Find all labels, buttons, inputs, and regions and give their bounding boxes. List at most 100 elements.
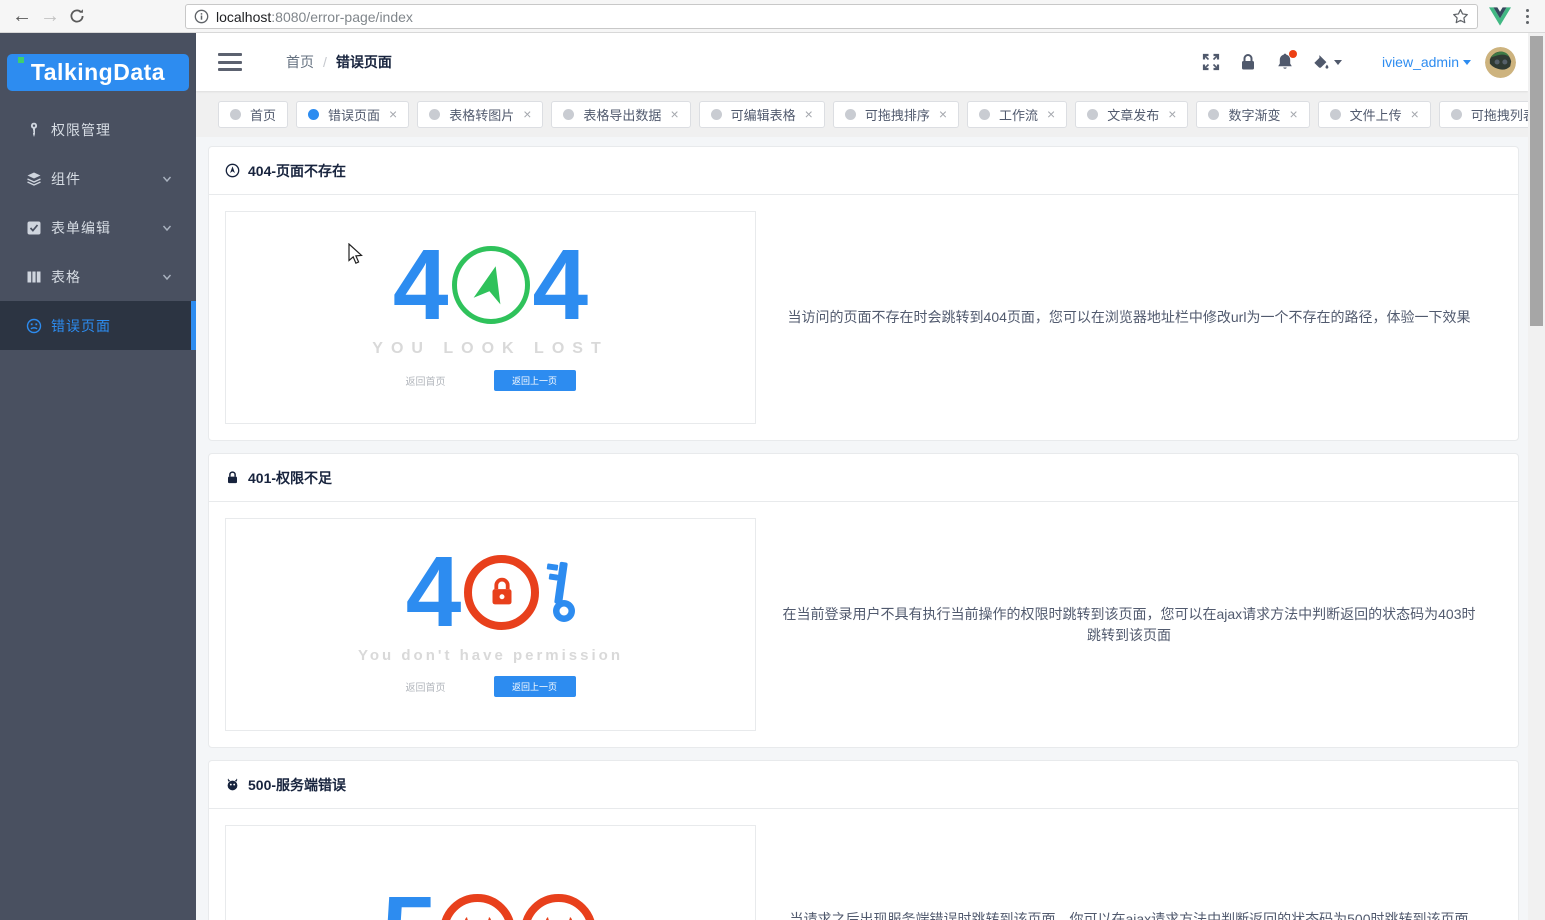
tab-label: 文件上传: [1349, 107, 1402, 123]
back-home-link[interactable]: 返回首页: [406, 373, 446, 388]
sidebar-item-label: 表格: [51, 268, 81, 285]
digit: 4: [405, 536, 462, 648]
close-icon[interactable]: ×: [670, 107, 678, 121]
card-401-title: 401-权限不足: [209, 454, 1518, 502]
tab-label: 错误页面: [328, 107, 381, 123]
url-text: localhost:8080/error-page/index: [216, 8, 413, 25]
tab-label: 可拖拽列表: [1470, 107, 1528, 123]
avatar[interactable]: [1485, 46, 1516, 78]
close-icon[interactable]: ×: [805, 107, 813, 121]
tab-table-export[interactable]: 表格导出数据 ×: [551, 100, 691, 128]
theme-fill-icon[interactable]: [1312, 52, 1342, 72]
error-500-illustration: 5: [225, 825, 756, 920]
error-caption: You don't have permission: [358, 647, 623, 664]
tab-article-publish[interactable]: 文章发布 ×: [1075, 100, 1189, 128]
tab-label: 可拖拽排序: [864, 107, 930, 123]
error-caption: YOU LOOK LOST: [372, 339, 609, 357]
card-500-title: 500-服务端错误: [209, 761, 1518, 809]
bell-icon[interactable]: [1275, 50, 1297, 72]
navigate-arrow-icon: [451, 245, 530, 324]
tab-home[interactable]: 首页: [218, 100, 289, 128]
scrollbar-thumb[interactable]: [1530, 36, 1543, 326]
url-bar[interactable]: localhost:8080/error-page/index: [185, 4, 1478, 29]
breadcrumb: 首页 / 错误页面: [286, 52, 392, 72]
tab-workflow[interactable]: 工作流 ×: [967, 100, 1068, 128]
tab-dot: [844, 108, 856, 120]
tab-table-to-image[interactable]: 表格转图片 ×: [417, 100, 544, 128]
card-401-description: 在当前登录用户不具有执行当前操作的权限时跳转到该页面，您可以在ajax请求方法中…: [782, 605, 1476, 643]
tab-dot: [1450, 108, 1462, 120]
logo-text: TalkingData: [30, 59, 166, 85]
tabs-bar: 首页 错误页面 × 表格转图片 × 表格导出数据 × 可编辑表格 × 可拖拽排序…: [196, 91, 1528, 137]
logo-dot: [18, 57, 24, 63]
username: iview_admin: [1381, 54, 1459, 70]
hamburger-menu-icon[interactable]: [218, 53, 242, 71]
card-title-text: 500-服务端错误: [248, 776, 347, 793]
info-icon[interactable]: [194, 9, 209, 24]
user-menu[interactable]: iview_admin: [1382, 54, 1471, 70]
back-previous-button[interactable]: 返回上一页: [493, 369, 576, 391]
chevron-down-icon: [1333, 59, 1342, 65]
tab-label: 数字渐变: [1228, 107, 1281, 123]
back-previous-button[interactable]: 返回上一页: [493, 676, 576, 697]
star-icon[interactable]: [1452, 8, 1469, 25]
tab-label: 表格导出数据: [583, 107, 662, 123]
close-icon[interactable]: ×: [1289, 107, 1297, 121]
chevron-down-icon: [1463, 59, 1471, 65]
tab-label: 文章发布: [1107, 107, 1160, 123]
error-401-illustration: 4 You don't have permission 返回首页 返回上一页: [225, 518, 756, 731]
browser-menu-icon[interactable]: [1517, 6, 1537, 26]
forward-icon[interactable]: →: [36, 2, 64, 30]
back-icon[interactable]: ←: [8, 2, 36, 30]
card-title-text: 401-权限不足: [248, 469, 333, 486]
fullscreen-icon[interactable]: [1201, 52, 1221, 72]
close-icon[interactable]: ×: [939, 107, 947, 121]
reload-icon[interactable]: [64, 3, 90, 29]
devil-icon: [521, 894, 597, 920]
sidebar-item-label: 表单编辑: [51, 219, 111, 236]
chevron-down-icon: [162, 272, 172, 282]
tab-error-page[interactable]: 错误页面 ×: [296, 100, 410, 128]
tab-editable-table[interactable]: 可编辑表格 ×: [698, 100, 825, 128]
sidebar-item-label: 错误页面: [51, 317, 111, 334]
close-icon[interactable]: ×: [523, 107, 531, 121]
logo: TalkingData: [7, 54, 189, 91]
digit: 5: [382, 882, 438, 920]
tab-number-transition[interactable]: 数字渐变 ×: [1196, 100, 1310, 128]
sidebar-item-table[interactable]: 表格: [0, 252, 196, 301]
notification-dot: [1288, 50, 1297, 58]
sad-face-icon: [26, 318, 42, 334]
close-icon[interactable]: ×: [389, 107, 397, 121]
page-scrollbar[interactable]: [1528, 33, 1545, 920]
navigate-icon: [225, 163, 240, 178]
sidebar-menu: 权限管理 组件 表单编辑 表格 错误页面: [0, 105, 196, 350]
tab-dot: [710, 108, 722, 120]
devil-icon: [440, 894, 516, 920]
digit: 4: [392, 228, 449, 341]
breadcrumb-home[interactable]: 首页: [286, 52, 314, 72]
close-icon[interactable]: ×: [1047, 107, 1055, 121]
tab-label: 表格转图片: [449, 107, 515, 123]
card-title-text: 404-页面不存在: [248, 162, 347, 179]
tab-label: 首页: [250, 107, 277, 123]
sidebar-item-form-edit[interactable]: 表单编辑: [0, 203, 196, 252]
sidebar-item-error-page[interactable]: 错误页面: [0, 301, 196, 350]
back-home-link[interactable]: 返回首页: [406, 679, 446, 694]
tab-file-upload[interactable]: 文件上传 ×: [1317, 100, 1431, 128]
tab-draggable-sort[interactable]: 可拖拽排序 ×: [832, 100, 960, 128]
sidebar-item-components[interactable]: 组件: [0, 154, 196, 203]
vue-devtools-icon[interactable]: [1489, 7, 1511, 26]
sidebar-item-permission[interactable]: 权限管理: [0, 105, 196, 154]
breadcrumb-current: 错误页面: [335, 54, 392, 70]
card-404: 404-页面不存在 4 4 YOU LOOK LOST 返回首页 返回上一页 当…: [208, 146, 1519, 441]
chevron-down-icon: [162, 174, 172, 184]
card-500-description: 当请求之后出现服务端错误时跳转到该页面，你可以在ajax请求方法中判断返回的状态…: [789, 911, 1469, 920]
close-icon[interactable]: ×: [1411, 107, 1419, 121]
lock-icon[interactable]: [1238, 52, 1258, 72]
sidebar-item-label: 组件: [51, 170, 81, 187]
tab-draggable-list[interactable]: 可拖拽列表 ×: [1438, 100, 1528, 128]
card-500: 500-服务端错误 5: [208, 760, 1519, 920]
layers-icon: [26, 171, 42, 187]
digit: 4: [532, 228, 589, 341]
close-icon[interactable]: ×: [1168, 107, 1176, 121]
